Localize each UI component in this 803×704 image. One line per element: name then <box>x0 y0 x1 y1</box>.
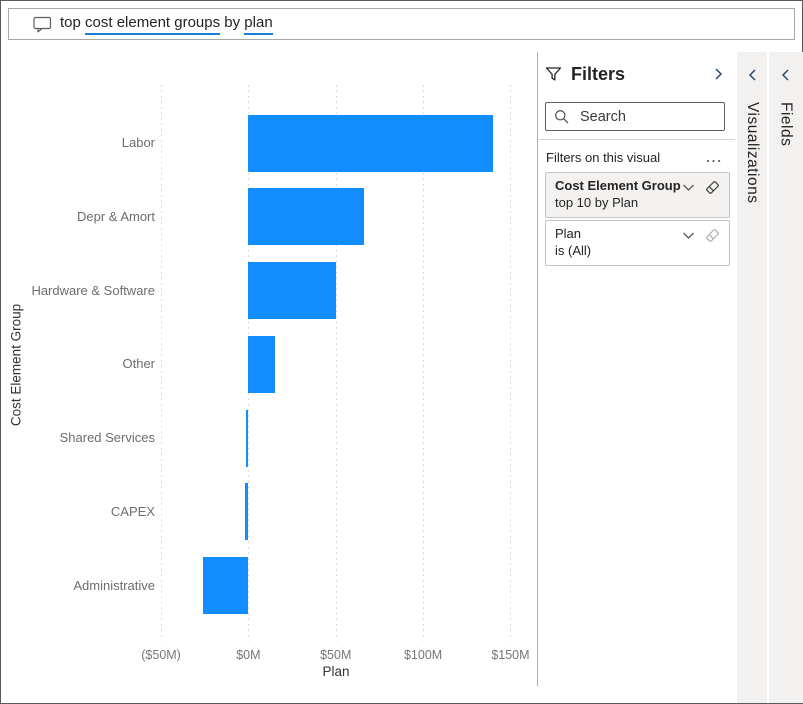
y-axis-category-label: Shared Services <box>0 429 155 447</box>
comment-icon <box>33 16 52 33</box>
filters-pane-title: Filters <box>571 64 625 85</box>
y-axis-category-label: CAPEX <box>0 503 155 521</box>
bar-hardware-software[interactable] <box>248 262 335 319</box>
y-axis-category-label: Hardware & Software <box>0 282 155 300</box>
pane-divider <box>538 139 735 140</box>
fields-panel-collapsed[interactable]: Fields <box>769 52 803 703</box>
filter-card-cost-element-group[interactable]: Cost Element Group top 10 by Plan <box>545 172 730 218</box>
bar-capex[interactable] <box>245 483 248 540</box>
x-axis-tick-label: $0M <box>203 648 293 662</box>
y-axis-category-label: Other <box>0 355 155 373</box>
filters-on-visual-label: Filters on this visual <box>546 150 660 165</box>
qna-recognized-term[interactable]: cost element groups <box>85 14 220 35</box>
filter-funnel-icon <box>545 66 562 82</box>
filters-search-input[interactable] <box>580 109 716 125</box>
filter-condition: top 10 by Plan <box>555 195 721 211</box>
qna-segment: by <box>220 14 244 31</box>
bar-administrative[interactable] <box>203 557 248 614</box>
eraser-icon[interactable] <box>705 180 720 195</box>
filter-card-plan[interactable]: Plan is (All) <box>545 220 730 266</box>
fields-panel-label: Fields <box>777 102 795 146</box>
qna-query-bar[interactable]: top cost element groups by plan <box>8 8 795 40</box>
qna-query-text[interactable]: top cost element groups by plan <box>60 14 273 35</box>
filters-pane: Filters Filters on this visual ... Cost … <box>538 52 735 702</box>
filters-search-box[interactable] <box>545 102 725 131</box>
visualizations-panel-collapsed[interactable]: Visualizations <box>737 52 767 703</box>
chart-gridline <box>510 85 511 641</box>
bar-depr-amort[interactable] <box>248 188 363 245</box>
y-axis-category-label: Labor <box>0 134 155 152</box>
more-options-button[interactable]: ... <box>706 154 723 162</box>
eraser-icon[interactable] <box>705 228 720 243</box>
x-axis-tick-label: $50M <box>291 648 381 662</box>
visualizations-panel-label: Visualizations <box>743 102 761 204</box>
chevron-down-icon[interactable] <box>682 231 695 240</box>
chart-gridline <box>161 85 162 641</box>
collapse-filters-pane-button[interactable] <box>714 67 723 81</box>
bar-chart-visual: Cost Element Group Plan ($50M)$0M$50M$10… <box>0 52 537 702</box>
bar-shared-services[interactable] <box>246 410 248 467</box>
powerbi-qna-screen: { "qna_bar": { "segments": [ { "text": "… <box>0 0 803 704</box>
qna-recognized-term[interactable]: plan <box>244 14 272 35</box>
filter-condition: is (All) <box>555 243 721 259</box>
expand-fields-button[interactable] <box>781 68 790 82</box>
search-icon <box>554 109 570 125</box>
bar-other[interactable] <box>248 336 274 393</box>
y-axis-category-label: Depr & Amort <box>0 208 155 226</box>
bar-labor[interactable] <box>248 115 493 172</box>
qna-segment: top <box>60 14 85 31</box>
x-axis-title: Plan <box>262 664 410 679</box>
x-axis-tick-label: $100M <box>378 648 468 662</box>
chevron-down-icon[interactable] <box>682 183 695 192</box>
x-axis-tick-label: ($50M) <box>116 648 206 662</box>
filters-pane-header: Filters <box>545 62 727 86</box>
filters-on-visual-section: Filters on this visual ... <box>546 150 723 165</box>
expand-visualizations-button[interactable] <box>748 68 757 82</box>
y-axis-category-label: Administrative <box>0 577 155 595</box>
